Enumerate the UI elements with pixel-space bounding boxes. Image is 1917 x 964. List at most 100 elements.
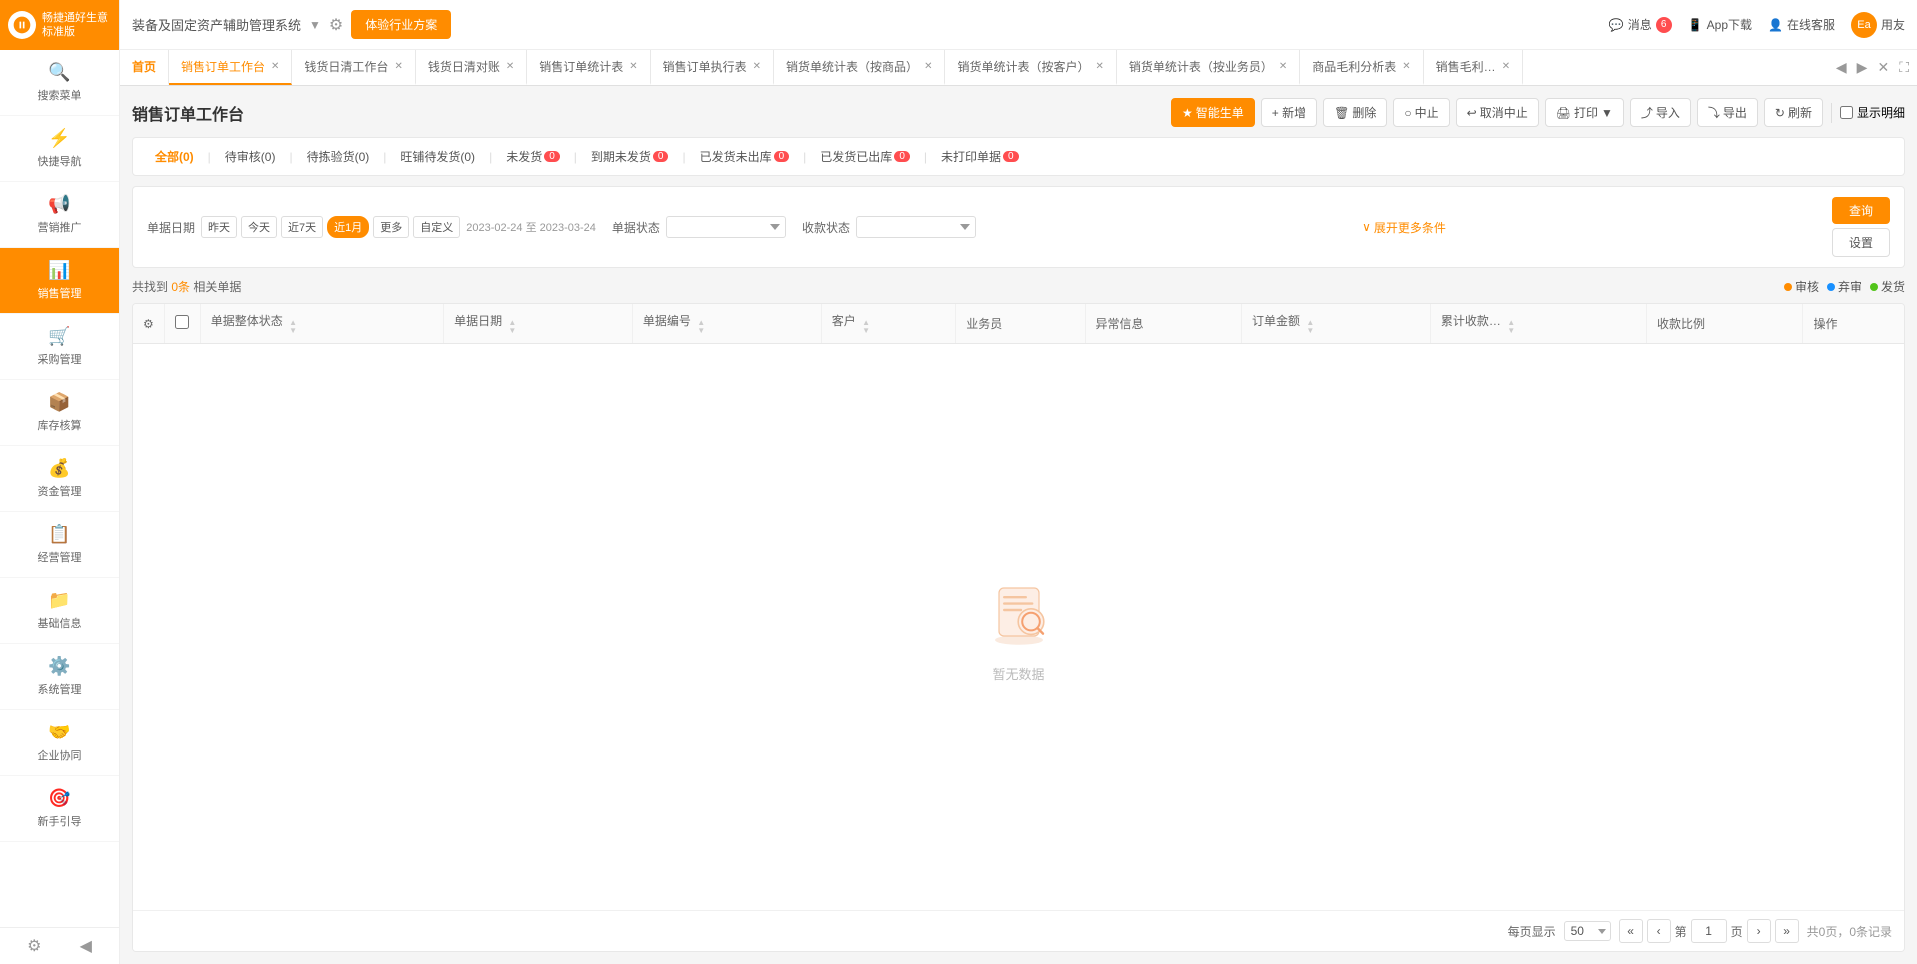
tab-close-icon[interactable]: ✕ bbox=[1502, 61, 1510, 72]
th-date: 单据日期 ▲ ▼ bbox=[444, 304, 633, 344]
status-select[interactable] bbox=[666, 216, 786, 238]
tab-fullscreen-btn[interactable]: ⛶ bbox=[1895, 57, 1913, 78]
date-today-btn[interactable]: 今天 bbox=[241, 216, 277, 238]
tab-sales-product-stats[interactable]: 销货单统计表（按商品） ✕ bbox=[774, 50, 945, 85]
sidebar-item-operations[interactable]: 📋 经营管理 bbox=[0, 512, 119, 578]
search-icon: 🔍 bbox=[48, 62, 70, 83]
print-button[interactable]: 🖨 打印 ▼ bbox=[1545, 98, 1624, 127]
tab-close-icon[interactable]: ✕ bbox=[271, 61, 279, 72]
subtab-pending-pick[interactable]: 待拣验货(0) bbox=[295, 144, 382, 169]
sidebar-item-inventory[interactable]: 📦 库存核算 bbox=[0, 380, 119, 446]
sidebar-item-marketing[interactable]: 📢 营销推广 bbox=[0, 182, 119, 248]
col-sort-icon[interactable]: ▲ ▼ bbox=[862, 319, 870, 335]
date-custom-btn[interactable]: 自定义 bbox=[413, 216, 460, 238]
add-button[interactable]: + 新增 bbox=[1261, 98, 1317, 127]
export-button[interactable]: ⤵ 导出 bbox=[1697, 98, 1758, 127]
smart-create-button[interactable]: ★ 智能生单 bbox=[1171, 98, 1255, 127]
table-scroll[interactable]: ⚙ 单据整体状态 ▲ ▼ bbox=[133, 304, 1904, 910]
sidebar-item-sales[interactable]: 📊 销售管理 bbox=[0, 248, 119, 314]
tab-sales-exec[interactable]: 销售订单执行表 ✕ bbox=[651, 50, 774, 85]
per-page-select[interactable]: 10 20 50 100 bbox=[1564, 921, 1611, 941]
app-download-btn[interactable]: 📱 App下载 bbox=[1688, 16, 1752, 33]
tab-sales-margin[interactable]: 销售毛利… ✕ bbox=[1424, 50, 1523, 85]
subtab-all[interactable]: 全部(0) bbox=[143, 144, 206, 169]
review-action-btn[interactable]: 审核 bbox=[1784, 278, 1819, 295]
col-sort-icon[interactable]: ▲ ▼ bbox=[508, 319, 516, 335]
tab-sales-workbench[interactable]: 销售订单工作台 ✕ bbox=[169, 50, 292, 85]
last-page-btn[interactable]: » bbox=[1775, 919, 1799, 943]
prev-page-btn[interactable]: ‹ bbox=[1647, 919, 1671, 943]
sidebar-item-system[interactable]: ⚙️ 系统管理 bbox=[0, 644, 119, 710]
tab-close-icon[interactable]: ✕ bbox=[753, 61, 761, 72]
sidebar-item-search[interactable]: 🔍 搜索菜单 bbox=[0, 50, 119, 116]
column-settings-icon[interactable]: ⚙ bbox=[143, 317, 154, 331]
col-sort-icon[interactable]: ▲ ▼ bbox=[1507, 319, 1515, 335]
refresh-button[interactable]: ↻ 刷新 bbox=[1764, 98, 1823, 127]
date-7days-btn[interactable]: 近7天 bbox=[281, 216, 323, 238]
subtab-shipped-out[interactable]: 已发货已出库 0 bbox=[808, 144, 922, 169]
solution-button[interactable]: 体验行业方案 bbox=[351, 10, 451, 39]
date-1month-btn[interactable]: 近1月 bbox=[327, 216, 369, 238]
tab-close-icon[interactable]: ✕ bbox=[924, 61, 932, 72]
tab-sales-customer-stats[interactable]: 销货单统计表（按客户） ✕ bbox=[945, 50, 1116, 85]
settings-icon[interactable]: ⚙ bbox=[329, 15, 343, 35]
show-details-checkbox[interactable] bbox=[1840, 106, 1853, 119]
sidebar-item-guide[interactable]: 🎯 新手引导 bbox=[0, 776, 119, 842]
tab-cash-daily[interactable]: 钱货日清工作台 ✕ bbox=[292, 50, 415, 85]
import-button[interactable]: ⤴ 导入 bbox=[1630, 98, 1691, 127]
expand-filter-btn[interactable]: ∨ 展开更多条件 bbox=[1362, 219, 1446, 236]
tab-close-icon[interactable]: ✕ bbox=[629, 61, 637, 72]
sidebar-item-finance[interactable]: 💰 资金管理 bbox=[0, 446, 119, 512]
collapse-btn[interactable]: ◀ bbox=[80, 936, 92, 956]
system-icon: ⚙️ bbox=[48, 656, 70, 677]
stop-button[interactable]: ○ 中止 bbox=[1393, 98, 1449, 127]
online-service-btn[interactable]: 👤 在线客服 bbox=[1768, 16, 1835, 33]
payment-select[interactable] bbox=[856, 216, 976, 238]
result-prefix: 共找到 bbox=[132, 280, 168, 294]
subtab-not-shipped[interactable]: 未发货 0 bbox=[494, 144, 572, 169]
page-input[interactable] bbox=[1691, 919, 1727, 943]
tab-next-btn[interactable]: ▶ bbox=[1853, 57, 1872, 78]
tab-close-icon[interactable]: ✕ bbox=[394, 61, 402, 72]
date-more-btn[interactable]: 更多 bbox=[373, 216, 409, 238]
ship-action-btn[interactable]: 发货 bbox=[1870, 278, 1905, 295]
user-menu[interactable]: Ea 用友 bbox=[1851, 12, 1905, 38]
system-dropdown-icon[interactable]: ▼ bbox=[309, 18, 321, 32]
tab-close-all-btn[interactable]: ✕ bbox=[1873, 57, 1893, 78]
subtab-shipped-not-out[interactable]: 已发货未出库 0 bbox=[688, 144, 802, 169]
subtab-wangpu-ship[interactable]: 旺铺待发货(0) bbox=[388, 144, 487, 169]
sidebar-item-quicknav[interactable]: ⚡ 快捷导航 bbox=[0, 116, 119, 182]
unreview-action-btn[interactable]: 弃审 bbox=[1827, 278, 1862, 295]
subtab-not-printed[interactable]: 未打印单据 0 bbox=[929, 144, 1031, 169]
col-cumulative-label: 累计收款… bbox=[1441, 314, 1501, 328]
tab-cash-reconcile[interactable]: 钱货日清对账 ✕ bbox=[416, 50, 527, 85]
col-sort-icon[interactable]: ▲ ▼ bbox=[289, 319, 297, 335]
query-button[interactable]: 查询 bbox=[1832, 197, 1890, 224]
subtab-overdue-not-shipped[interactable]: 到期未发货 0 bbox=[579, 144, 681, 169]
col-sort-icon[interactable]: ▲ ▼ bbox=[697, 319, 705, 335]
settings-btn[interactable]: ⚙ bbox=[27, 936, 41, 956]
sidebar-item-basic-info[interactable]: 📁 基础信息 bbox=[0, 578, 119, 644]
tab-home[interactable]: 首页 bbox=[120, 50, 169, 85]
tab-prev-btn[interactable]: ◀ bbox=[1832, 57, 1851, 78]
select-all-checkbox[interactable] bbox=[175, 315, 189, 329]
first-page-btn[interactable]: « bbox=[1619, 919, 1643, 943]
set-button[interactable]: 设置 bbox=[1832, 228, 1890, 257]
show-details-toggle[interactable]: 显示明细 bbox=[1840, 104, 1905, 121]
col-sort-icon[interactable]: ▲ ▼ bbox=[1306, 319, 1314, 335]
tab-sales-stats[interactable]: 销售订单统计表 ✕ bbox=[527, 50, 650, 85]
delete-button[interactable]: 🗑 删除 bbox=[1323, 98, 1387, 127]
date-yesterday-btn[interactable]: 昨天 bbox=[201, 216, 237, 238]
cancel-stop-button[interactable]: ↩ 取消中止 bbox=[1456, 98, 1539, 127]
message-btn[interactable]: 💬 消息 6 bbox=[1609, 16, 1672, 33]
tab-close-icon[interactable]: ✕ bbox=[506, 61, 514, 72]
tab-sales-salesperson-stats[interactable]: 销货单统计表（按业务员） ✕ bbox=[1117, 50, 1300, 85]
tab-close-icon[interactable]: ✕ bbox=[1279, 61, 1287, 72]
sidebar-item-collab[interactable]: 🤝 企业协同 bbox=[0, 710, 119, 776]
subtab-pending-review[interactable]: 待审核(0) bbox=[213, 144, 288, 169]
next-page-btn[interactable]: › bbox=[1747, 919, 1771, 943]
tab-close-icon[interactable]: ✕ bbox=[1095, 61, 1103, 72]
sidebar-item-purchase[interactable]: 🛒 采购管理 bbox=[0, 314, 119, 380]
tab-close-icon[interactable]: ✕ bbox=[1402, 61, 1410, 72]
tab-product-margin[interactable]: 商品毛利分析表 ✕ bbox=[1300, 50, 1423, 85]
